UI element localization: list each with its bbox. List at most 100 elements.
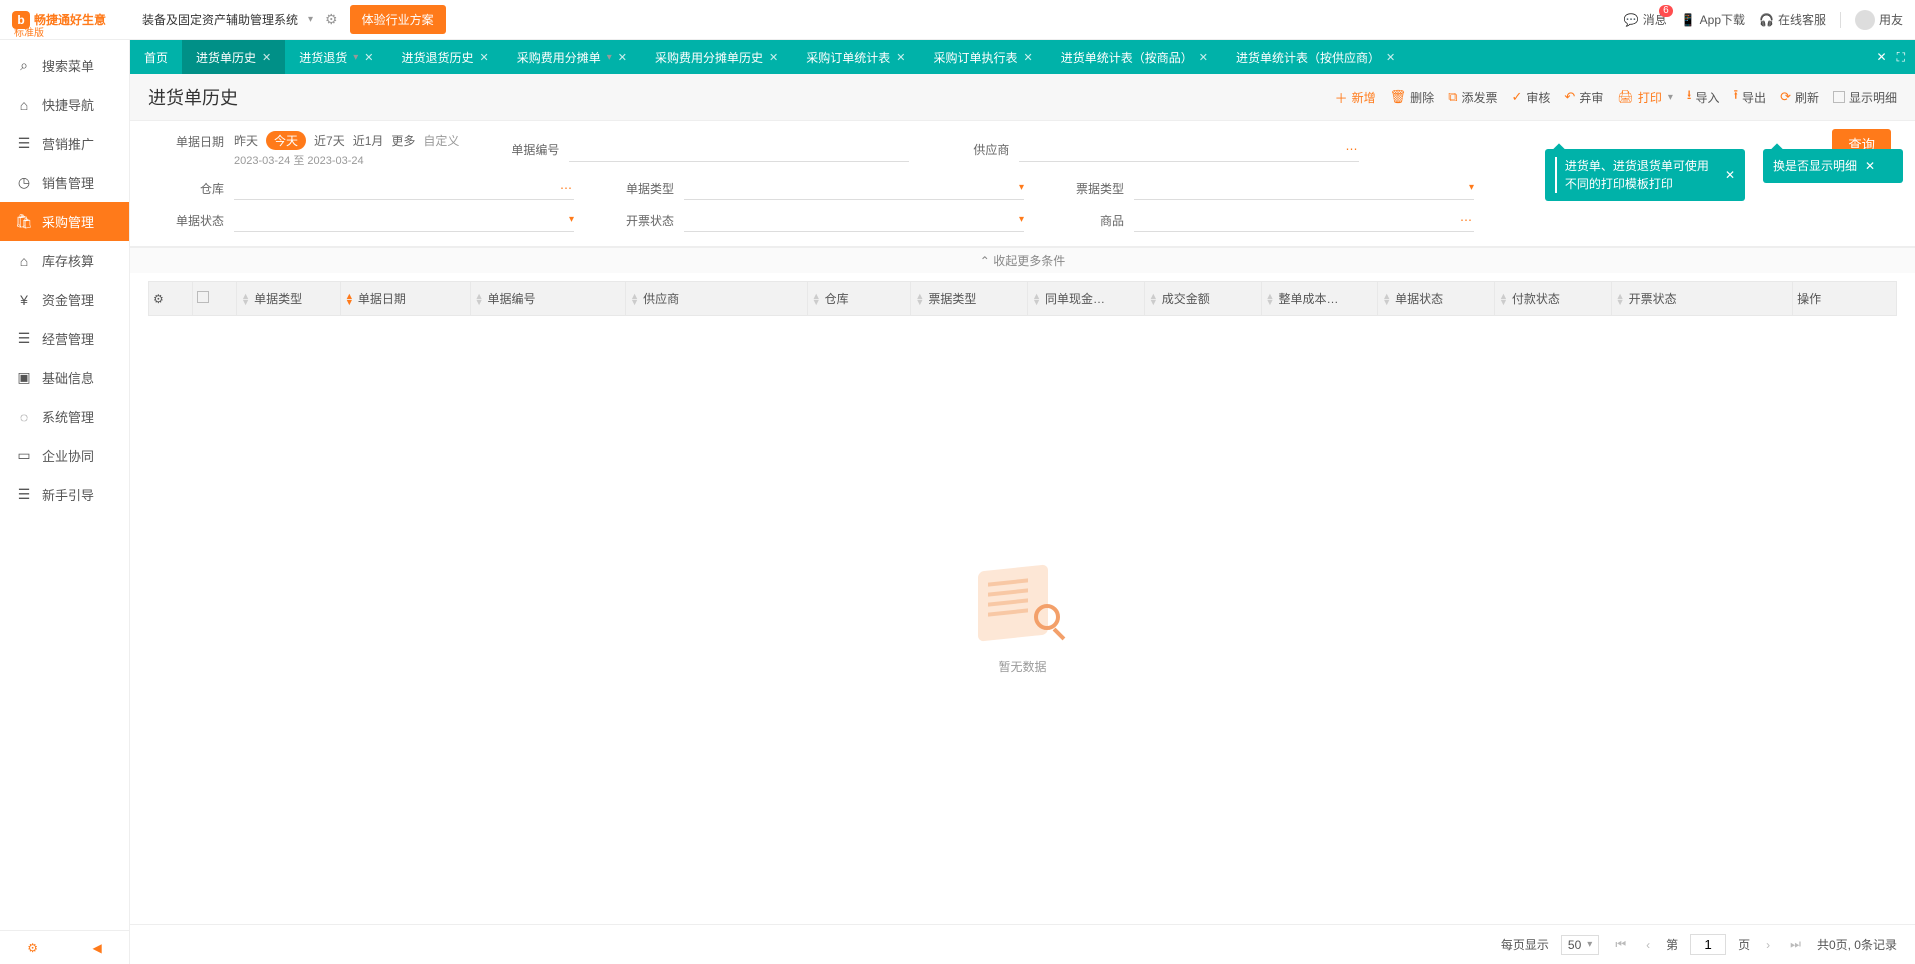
page-input[interactable] — [1690, 934, 1726, 955]
date-opt-1m[interactable]: 近1月 — [353, 132, 384, 149]
select-all-checkbox[interactable] — [197, 291, 209, 303]
column-header[interactable]: ▲▼单据类型 — [237, 282, 341, 316]
close-icon[interactable]: ✕ — [1024, 51, 1033, 64]
tab[interactable]: 采购费用分摊单历史✕ — [641, 40, 792, 74]
supplier-select[interactable]: ⋯ — [1019, 138, 1359, 162]
show-detail-toggle[interactable]: 显示明细 — [1833, 89, 1897, 106]
app-download-button[interactable]: 📱 App下载 — [1681, 11, 1745, 28]
sidebar-item[interactable]: ⌂快捷导航 — [0, 85, 129, 124]
close-icon[interactable]: ✕ — [1386, 51, 1395, 64]
invoice-status-select[interactable]: ▾ — [684, 208, 1024, 232]
column-header[interactable]: ▲▼供应商 — [626, 282, 808, 316]
user-menu[interactable]: 用友 — [1855, 10, 1903, 30]
close-all-tabs-icon[interactable]: ✕ — [1877, 50, 1887, 64]
sidebar-item[interactable]: 🛍采购管理 — [0, 202, 129, 241]
product-select[interactable]: ⋯ — [1134, 208, 1474, 232]
sidebar-item[interactable]: ▭企业协同 — [0, 436, 129, 475]
sidebar-item[interactable]: ▣基础信息 — [0, 358, 129, 397]
sidebar-item[interactable]: ◷销售管理 — [0, 163, 129, 202]
close-icon[interactable]: ✕ — [480, 51, 489, 64]
column-header[interactable]: ▲▼单据状态 — [1378, 282, 1495, 316]
doc-no-input[interactable] — [569, 138, 909, 162]
nav-icon: ⌕ — [16, 58, 32, 74]
column-header[interactable]: ▲▼同单现金… — [1028, 282, 1145, 316]
tab[interactable]: 采购订单执行表✕ — [919, 40, 1046, 74]
import-button[interactable]: ⭳导入 — [1687, 86, 1720, 108]
tab[interactable]: 进货退货▾✕ — [285, 40, 387, 74]
close-icon[interactable]: ✕ — [896, 51, 905, 64]
column-header[interactable]: ▲▼成交金额 — [1144, 282, 1261, 316]
collapse-filters-button[interactable]: ⌃ 收起更多条件 — [130, 247, 1915, 273]
tab[interactable]: 采购订单统计表✕ — [792, 40, 919, 74]
support-button[interactable]: 🎧 在线客服 — [1759, 11, 1826, 28]
tab[interactable]: 进货单统计表（按商品）✕ — [1047, 40, 1222, 74]
close-icon[interactable]: ✕ — [1199, 51, 1208, 64]
delete-button[interactable]: 🗑删除 — [1390, 89, 1435, 106]
nav-icon: ☰ — [16, 136, 32, 152]
page-suffix: 页 — [1738, 936, 1750, 953]
sidebar-item[interactable]: ☰经营管理 — [0, 319, 129, 358]
column-header[interactable]: ▲▼票据类型 — [911, 282, 1028, 316]
sort-icon: ▲▼ — [630, 293, 639, 305]
doc-status-select[interactable]: ▾ — [234, 208, 574, 232]
last-page-button[interactable]: ⏭ — [1786, 937, 1805, 952]
tab[interactable]: 进货退货历史✕ — [388, 40, 503, 74]
date-opt-custom[interactable]: 自定义 — [423, 132, 459, 149]
chevron-down-icon: ▾ — [569, 214, 574, 225]
sidebar-item[interactable]: ☰新手引导 — [0, 475, 129, 514]
per-page-select[interactable]: 50 ▾ — [1561, 935, 1599, 955]
date-opt-yesterday[interactable]: 昨天 — [234, 132, 258, 149]
export-icon: ⭱ — [1733, 86, 1738, 108]
close-icon[interactable]: ✕ — [262, 51, 271, 64]
gear-icon[interactable]: ⚙ — [325, 11, 338, 28]
collapse-sidebar-icon[interactable]: ◀ — [93, 941, 102, 955]
close-icon[interactable]: ✕ — [1865, 157, 1875, 175]
close-icon[interactable]: ✕ — [769, 51, 778, 64]
doc-type-select[interactable]: ▾ — [684, 176, 1024, 200]
sidebar-item[interactable]: ⌂库存核算 — [0, 241, 129, 280]
print-button[interactable]: 🖨打印▾ — [1617, 89, 1673, 106]
prev-page-button[interactable]: ‹ — [1642, 938, 1654, 952]
column-header[interactable]: ▲▼付款状态 — [1494, 282, 1611, 316]
tab[interactable]: 进货单统计表（按供应商）✕ — [1222, 40, 1409, 74]
page-title: 进货单历史 — [148, 84, 238, 110]
nav-icon: 🛍 — [16, 214, 32, 230]
column-header[interactable]: ▲▼仓库 — [807, 282, 911, 316]
settings-icon[interactable]: ⚙ — [27, 941, 38, 955]
first-page-button[interactable]: ⏮ — [1611, 937, 1630, 952]
sidebar-item[interactable]: ◌系统管理 — [0, 397, 129, 436]
sidebar-item[interactable]: ⌕搜索菜单 — [0, 46, 129, 85]
next-page-button[interactable]: › — [1762, 938, 1774, 952]
phone-icon: 📱 — [1681, 13, 1696, 27]
date-opt-today[interactable]: 今天 — [266, 131, 306, 150]
date-opt-7d[interactable]: 近7天 — [314, 132, 345, 149]
column-header[interactable]: ▲▼整单成本… — [1261, 282, 1378, 316]
system-selector[interactable]: 装备及固定资产辅助管理系统 ▾ — [142, 11, 313, 28]
sidebar-item[interactable]: ¥资金管理 — [0, 280, 129, 319]
tab[interactable]: 进货单历史✕ — [182, 40, 285, 74]
column-header[interactable]: ▲▼单据日期 — [340, 282, 470, 316]
check-icon: ✓ — [1512, 89, 1523, 105]
new-button[interactable]: ＋新增 — [1335, 88, 1376, 107]
close-icon[interactable]: ✕ — [618, 51, 627, 64]
audit-button[interactable]: ✓审核 — [1512, 89, 1551, 106]
cta-button[interactable]: 体验行业方案 — [350, 5, 446, 34]
column-label: 整单成本… — [1278, 290, 1338, 307]
refresh-button[interactable]: ⟳刷新 — [1780, 89, 1819, 106]
tab[interactable]: 采购费用分摊单▾✕ — [503, 40, 641, 74]
export-button[interactable]: ⭱导出 — [1733, 86, 1766, 108]
warehouse-select[interactable]: ⋯ — [234, 176, 574, 200]
nav-icon: ⌂ — [16, 97, 32, 113]
sidebar-item[interactable]: ☰营销推广 — [0, 124, 129, 163]
table-settings-icon[interactable]: ⚙ — [153, 292, 164, 306]
add-invoice-button[interactable]: ⧉添发票 — [1448, 89, 1497, 106]
tab[interactable]: 首页 — [130, 40, 182, 74]
close-icon[interactable]: ✕ — [1725, 166, 1735, 184]
column-header[interactable]: ▲▼开票状态 — [1611, 282, 1793, 316]
close-icon[interactable]: ✕ — [364, 51, 373, 64]
fullscreen-icon[interactable]: ⛶ — [1897, 50, 1905, 65]
date-opt-more[interactable]: 更多 — [391, 132, 415, 149]
unaudit-button[interactable]: ↶弃审 — [1564, 89, 1603, 106]
messages-button[interactable]: 💬 消息 6 — [1624, 11, 1667, 28]
column-header[interactable]: ▲▼单据编号 — [470, 282, 626, 316]
